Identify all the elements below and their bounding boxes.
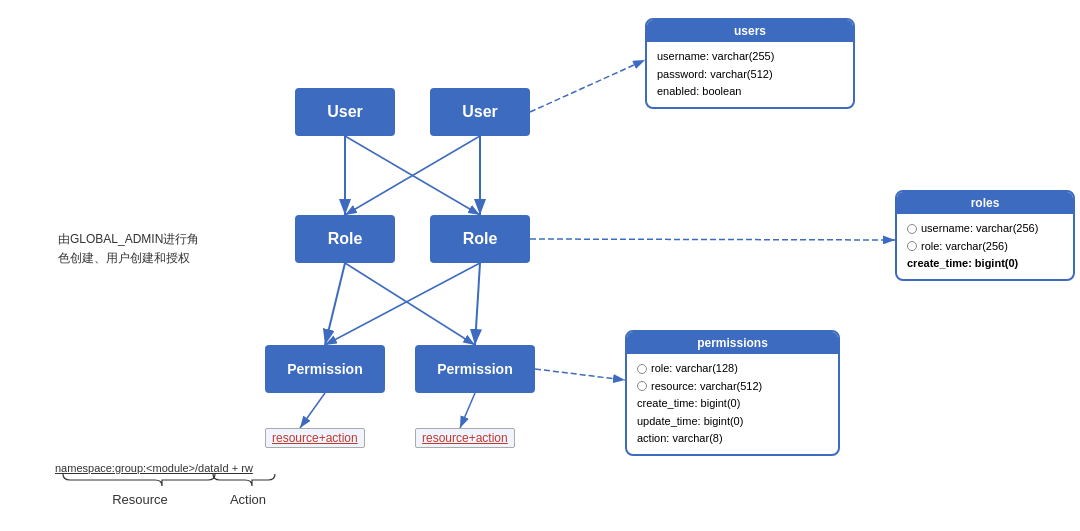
table-row: enabled: boolean: [657, 83, 843, 101]
roles-table: roles username: varchar(256) role: varch…: [895, 190, 1075, 281]
roles-table-header: roles: [897, 192, 1073, 214]
svg-line-10: [300, 393, 325, 428]
table-row: create_time: bigint(0): [637, 395, 828, 413]
action-label: Action: [218, 492, 278, 507]
svg-line-8: [345, 263, 475, 345]
svg-line-9: [325, 263, 480, 345]
permissions-table: permissions role: varchar(128) resource:…: [625, 330, 840, 456]
key-icon: [637, 381, 647, 391]
table-row: password: varchar(512): [657, 66, 843, 84]
svg-line-4: [345, 136, 480, 215]
svg-line-5: [345, 136, 480, 215]
svg-line-13: [530, 239, 895, 240]
diagram-container: User User Role Role Permission Permissio…: [0, 0, 1080, 531]
table-row: role: varchar(128): [637, 360, 828, 378]
user-node-1: User: [295, 88, 395, 136]
path-label: namespace:group:<module>/dataId + rw: [55, 462, 253, 474]
svg-line-11: [460, 393, 475, 428]
table-row: username: varchar(256): [907, 220, 1063, 238]
table-row: username: varchar(255): [657, 48, 843, 66]
users-table-header: users: [647, 20, 853, 42]
resource-action-box-2: resource+action: [415, 428, 515, 448]
resource-action-box-1: resource+action: [265, 428, 365, 448]
role-node-1: Role: [295, 215, 395, 263]
permissions-table-header: permissions: [627, 332, 838, 354]
table-row: action: varchar(8): [637, 430, 828, 448]
svg-line-12: [530, 60, 645, 112]
table-row: update_time: bigint(0): [637, 413, 828, 431]
permission-node-1: Permission: [265, 345, 385, 393]
left-annotation: 由GLOBAL_ADMIN进行角 色创建、用户创建和授权: [58, 230, 218, 268]
svg-line-6: [325, 263, 345, 345]
resource-label: Resource: [100, 492, 180, 507]
users-table-body: username: varchar(255) password: varchar…: [647, 42, 853, 107]
user-node-2: User: [430, 88, 530, 136]
table-row: role: varchar(256): [907, 238, 1063, 256]
key-icon: [637, 364, 647, 374]
table-row: create_time: bigint(0): [907, 255, 1063, 273]
users-table: users username: varchar(255) password: v…: [645, 18, 855, 109]
key-icon: [907, 241, 917, 251]
permission-node-2: Permission: [415, 345, 535, 393]
svg-line-14: [535, 369, 625, 380]
key-icon: [907, 224, 917, 234]
table-row: resource: varchar(512): [637, 378, 828, 396]
role-node-2: Role: [430, 215, 530, 263]
roles-table-body: username: varchar(256) role: varchar(256…: [897, 214, 1073, 279]
svg-line-7: [475, 263, 480, 345]
permissions-table-body: role: varchar(128) resource: varchar(512…: [627, 354, 838, 454]
